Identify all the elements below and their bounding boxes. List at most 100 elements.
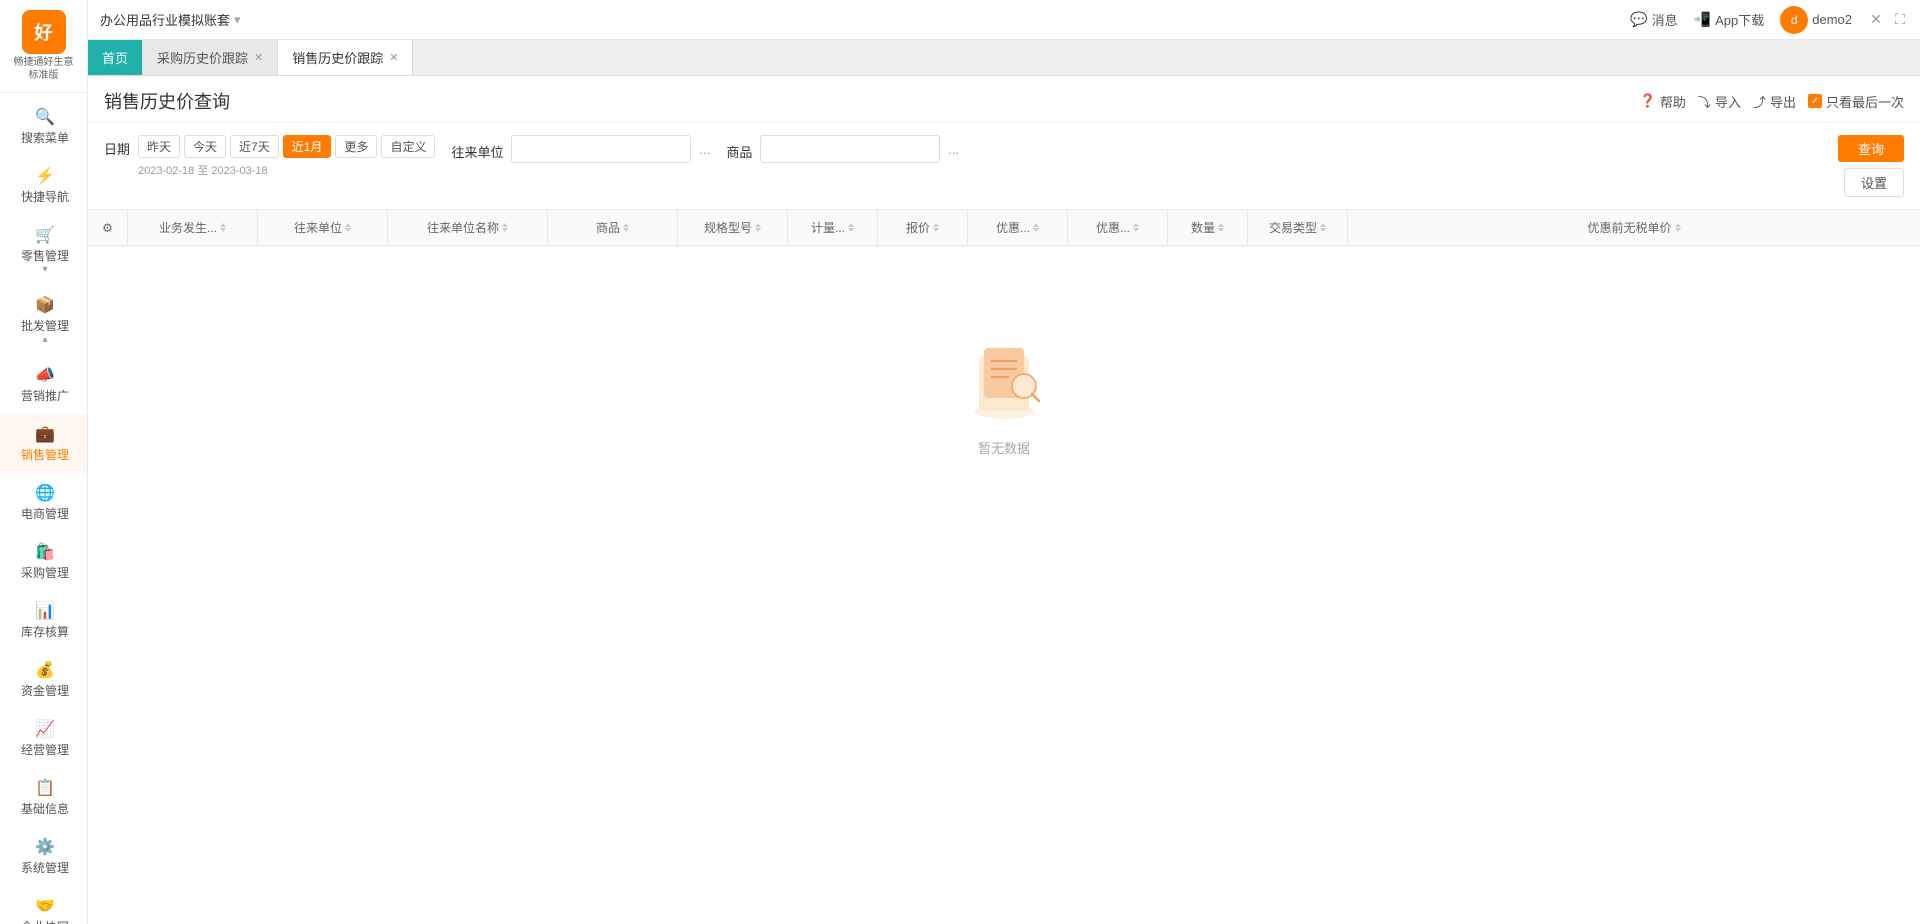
th-spec[interactable]: 规格型号 (678, 210, 788, 245)
th-quote-label: 报价 (906, 219, 930, 236)
filter-area: 日期 昨天 今天 近7天 近1月 更多 自定义 2023-02-18 至 202… (88, 123, 1920, 210)
sidebar-item-sales-mgmt[interactable]: 💼 销售管理 (0, 414, 87, 473)
import-button[interactable]: ⤵ 导入 (1698, 92, 1741, 111)
sidebar-item-ecommerce[interactable]: 🌐 电商管理 (0, 473, 87, 532)
only-last-label: 只看最后一次 (1826, 92, 1904, 111)
retail-icon: 🛒 (35, 225, 55, 245)
query-button[interactable]: 查询 (1838, 135, 1904, 162)
sidebar-item-label: 系统管理 (21, 859, 69, 876)
th-spec-label: 规格型号 (704, 219, 752, 236)
topbar-right: 💬 消息 📲 App下载 d demo2 ✕ ⛶ (1630, 6, 1908, 34)
close-button[interactable]: ✕ (1868, 12, 1884, 28)
account-dropdown[interactable]: 办公用品行业模拟账套 ▾ (100, 10, 241, 29)
sidebar-item-purchase[interactable]: 🛍️ 采购管理 (0, 532, 87, 591)
content-area: 销售历史价查询 ❓ 帮助 ⤵ 导入 ⤴ 导出 ✓ 只看最后一次 (88, 76, 1920, 924)
date-btn-7days[interactable]: 近7天 (230, 135, 279, 158)
sidebar: 好 畅捷通好生意 标准版 🔍 搜索菜单 ⚡ 快捷导航 🛒 零售管理 ▾ 📦 批发… (0, 0, 88, 924)
goods-picker-button[interactable]: ... (948, 142, 959, 157)
page-actions: ❓ 帮助 ⤵ 导入 ⤴ 导出 ✓ 只看最后一次 (1640, 92, 1904, 111)
th-partner-code[interactable]: 往来单位 (258, 210, 388, 245)
sidebar-item-label: 基础信息 (21, 800, 69, 817)
export-button[interactable]: ⤴ 导出 (1753, 92, 1796, 111)
sort-icons (933, 223, 939, 232)
user-avatar-area[interactable]: d demo2 (1780, 6, 1852, 34)
maximize-button[interactable]: ⛶ (1892, 12, 1908, 28)
sidebar-item-search[interactable]: 🔍 搜索菜单 (0, 97, 87, 156)
sidebar-item-system[interactable]: ⚙️ 系统管理 (0, 827, 87, 886)
sort-icons (220, 223, 226, 232)
sidebar-item-inventory[interactable]: 📊 库存核算 (0, 591, 87, 650)
empty-text: 暂无数据 (978, 438, 1030, 457)
sort-icons (502, 223, 508, 232)
partner-picker-button[interactable]: ... (699, 142, 710, 157)
checkbox-icon: ✓ (1808, 94, 1822, 108)
sidebar-item-retail[interactable]: 🛒 零售管理 ▾ (0, 215, 87, 285)
th-quote[interactable]: 报价 (878, 210, 968, 245)
message-label: 消息 (1652, 10, 1678, 29)
th-trade-type-label: 交易类型 (1269, 219, 1317, 236)
th-gear[interactable]: ⚙ (88, 210, 128, 245)
th-partner-name[interactable]: 往来单位名称 (388, 210, 548, 245)
sidebar-item-finance[interactable]: 💰 资金管理 (0, 650, 87, 709)
th-goods[interactable]: 商品 (548, 210, 678, 245)
app-download-button[interactable]: 📲 App下载 (1694, 10, 1765, 29)
sidebar-item-marketing[interactable]: 📣 营销推广 (0, 355, 87, 414)
help-button[interactable]: ❓ 帮助 (1640, 92, 1686, 111)
sort-icons (848, 223, 854, 232)
th-qty[interactable]: 数量 (1168, 210, 1248, 245)
export-icon: ⤴ (1753, 92, 1766, 111)
date-buttons-row: 昨天 今天 近7天 近1月 更多 自定义 (138, 135, 435, 158)
only-last-checkbox[interactable]: ✓ 只看最后一次 (1808, 92, 1904, 111)
message-icon: 💬 (1630, 11, 1647, 28)
th-discount1[interactable]: 优惠... (968, 210, 1068, 245)
date-btn-yesterday[interactable]: 昨天 (138, 135, 180, 158)
goods-input[interactable] (760, 135, 940, 163)
window-controls: ✕ ⛶ (1868, 12, 1908, 28)
th-pre-tax[interactable]: 优惠前无税单价 (1348, 210, 1920, 245)
enterprise-icon: 🤝 (35, 896, 55, 916)
help-label: 帮助 (1660, 92, 1686, 111)
sidebar-item-wholesale[interactable]: 📦 批发管理 ▴ (0, 285, 87, 355)
topbar-left: 办公用品行业模拟账套 ▾ (100, 10, 241, 29)
avatar: d (1780, 6, 1808, 34)
sidebar-item-label: 批发管理 (21, 317, 69, 334)
th-discount2-label: 优惠... (1096, 219, 1130, 236)
empty-icon (954, 326, 1054, 426)
tab-home[interactable]: 首页 (88, 40, 143, 75)
partner-filter-field: 往来单位 ... (451, 135, 710, 163)
sidebar-item-enterprise[interactable]: 🤝 企业协同 (0, 886, 87, 924)
th-discount2[interactable]: 优惠... (1068, 210, 1168, 245)
th-biz-date[interactable]: 业务发生... (128, 210, 258, 245)
sort-icons (623, 223, 629, 232)
sidebar-item-basics[interactable]: 📋 基础信息 (0, 768, 87, 827)
ecommerce-icon: 🌐 (35, 483, 55, 503)
sales-tab-close[interactable]: ✕ (389, 51, 398, 64)
username: demo2 (1812, 12, 1852, 27)
export-label: 导出 (1770, 92, 1796, 111)
sort-icons (1033, 223, 1039, 232)
sidebar-item-label: 企业协同 (21, 918, 69, 924)
partner-input[interactable] (511, 135, 691, 163)
date-btn-1month[interactable]: 近1月 (283, 135, 332, 158)
tab-purchase[interactable]: 采购历史价跟踪 ✕ (143, 40, 278, 75)
message-button[interactable]: 💬 消息 (1630, 10, 1677, 29)
sidebar-item-operations[interactable]: 📈 经营管理 (0, 709, 87, 768)
tab-sales[interactable]: 销售历史价跟踪 ✕ (278, 40, 413, 75)
setting-button[interactable]: 设置 (1844, 168, 1904, 197)
basics-icon: 📋 (35, 778, 55, 798)
sidebar-item-label: 经营管理 (21, 741, 69, 758)
logo-text: 畅捷通好生意 标准版 (14, 56, 74, 82)
sidebar-item-shortcuts[interactable]: ⚡ 快捷导航 (0, 156, 87, 215)
chevron-down-icon: ▾ (42, 264, 47, 275)
sidebar-nav: 🔍 搜索菜单 ⚡ 快捷导航 🛒 零售管理 ▾ 📦 批发管理 ▴ 📣 营销推广 💼… (0, 93, 87, 924)
date-btn-custom[interactable]: 自定义 (381, 135, 435, 158)
th-trade-type[interactable]: 交易类型 (1248, 210, 1348, 245)
empty-state: 暂无数据 (88, 246, 1920, 537)
date-btn-more[interactable]: 更多 (335, 135, 377, 158)
date-range-display: 2023-02-18 至 2023-03-18 (138, 162, 435, 178)
th-unit[interactable]: 计量... (788, 210, 878, 245)
chevron-down-icon: ▴ (42, 334, 47, 345)
date-btn-today[interactable]: 今天 (184, 135, 226, 158)
goods-label: 商品 (726, 138, 752, 161)
purchase-tab-close[interactable]: ✕ (254, 51, 263, 64)
